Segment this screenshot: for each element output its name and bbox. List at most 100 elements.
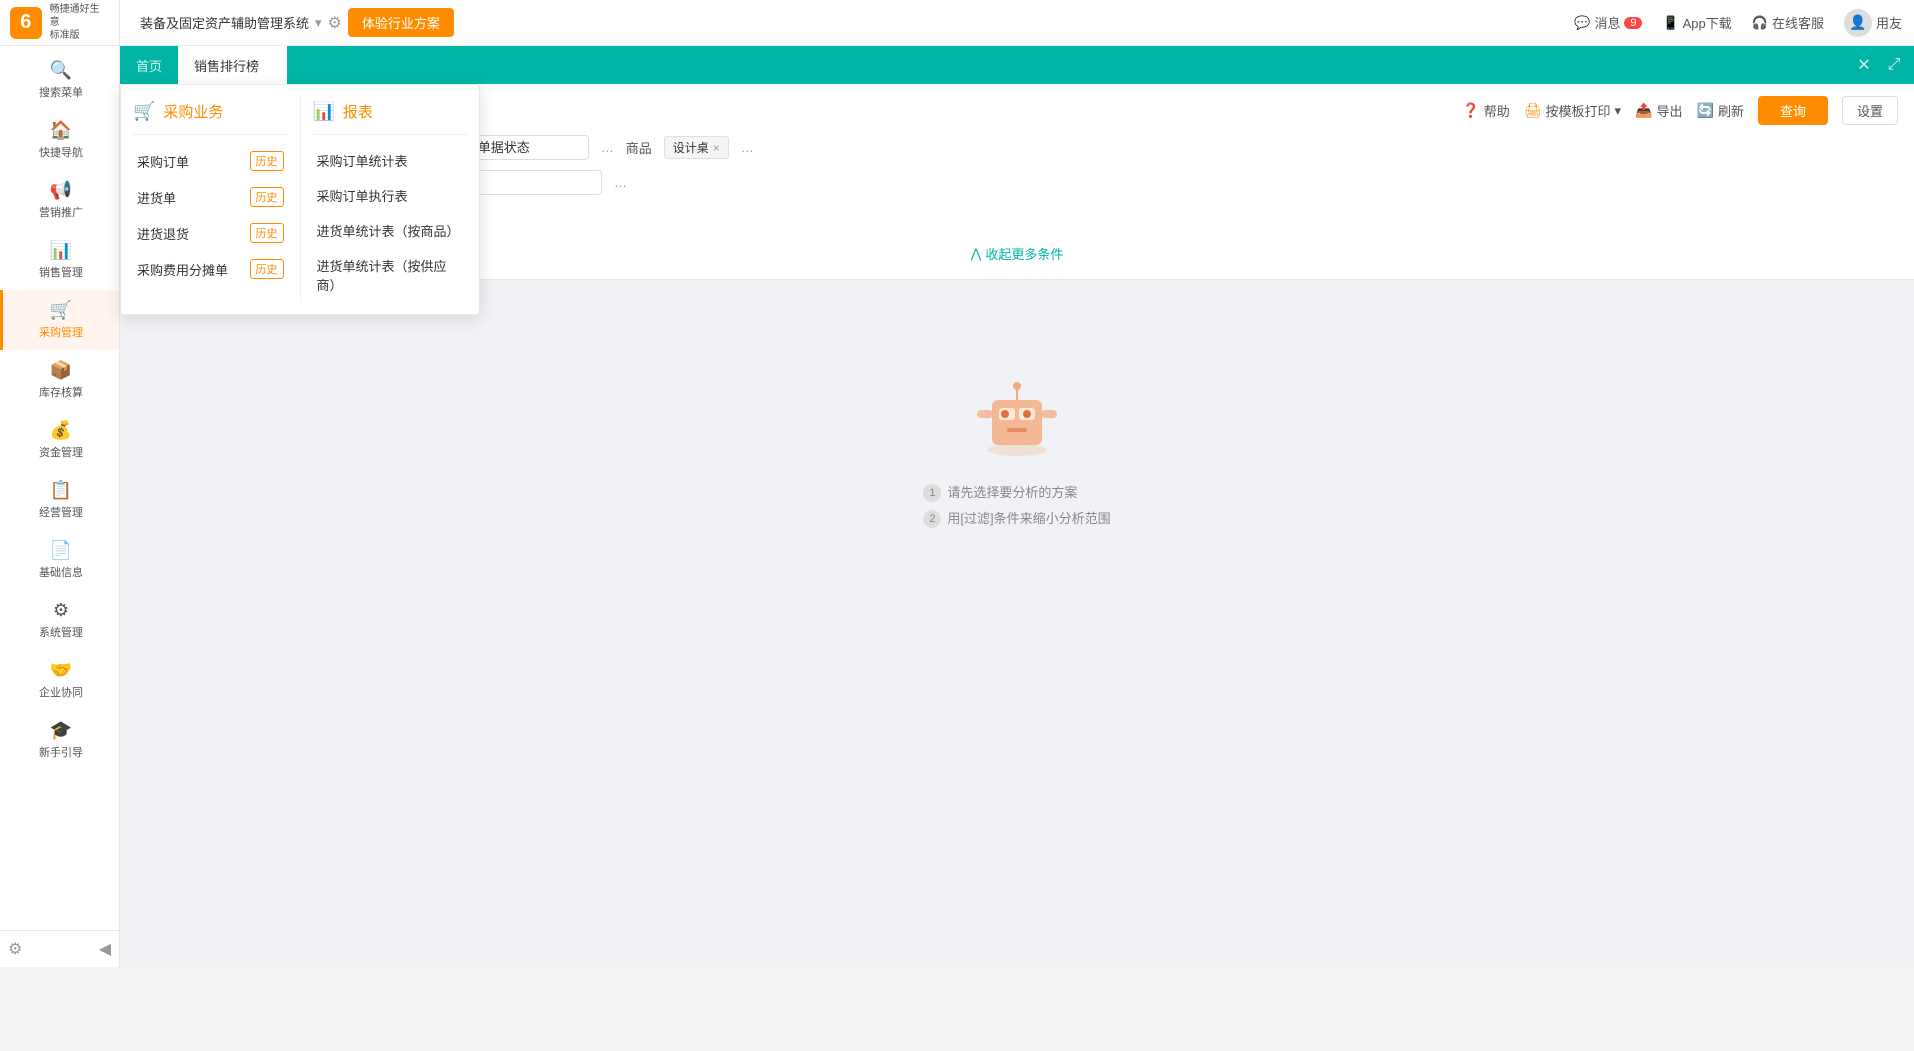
app-logo-text: 畅捷通好生意 标准版 [50, 3, 109, 42]
sidebar-item-purchase[interactable]: 🛒 采购管理 [0, 290, 119, 350]
doc-status-more[interactable]: … [601, 140, 614, 155]
topbar: 装备及固定资产辅助管理系统 ▾ ⚙ 体验行业方案 💬 消息 9 📱 App下载 … [120, 0, 1914, 46]
sidebar-logo: 6 畅捷通好生意 标准版 [0, 0, 119, 46]
sidebar-item-label: 资金管理 [39, 444, 83, 460]
dropdown-item-purchase-order-stat[interactable]: 采购订单统计表 [313, 143, 468, 178]
dropdown-item-inbound-stat-product[interactable]: 进货单统计表（按商品） [313, 213, 468, 248]
sidebar-bottom: ⚙ ◀ [0, 930, 119, 967]
sidebar-item-finance[interactable]: 💰 资金管理 [0, 410, 119, 470]
system-setting-icon[interactable]: ⚙ [328, 13, 342, 33]
query-button[interactable]: 查询 [1758, 96, 1828, 125]
sidebar-item-label: 经营管理 [39, 504, 83, 520]
tab-maximize-btn[interactable]: ⤢ [1880, 51, 1908, 79]
sidebar-item-operations[interactable]: 📋 经营管理 [0, 470, 119, 530]
empty-tip-1: 1 请先选择要分析的方案 [923, 480, 1110, 506]
sidebar-item-label: 企业协同 [39, 684, 83, 700]
nav-tabs: 首页 销售排行榜 × ✕ ⤢ [120, 46, 1914, 84]
dropdown-item-purchase-order-exec[interactable]: 采购订单执行表 [313, 178, 468, 213]
inbound-stat-supplier-label: 进货单统计表（按供应商） [317, 256, 464, 294]
sidebar-item-inventory[interactable]: 📦 库存核算 [0, 350, 119, 410]
purchase-expense-badge: 历史 [250, 259, 284, 279]
sidebar-collapse-icon[interactable]: ◀ [99, 939, 111, 959]
print-action[interactable]: 🖨 按模板打印 ▾ [1524, 101, 1621, 120]
phone-icon: 📱 [1662, 15, 1678, 31]
sidebar-item-label: 新手引导 [39, 744, 83, 760]
sidebar-item-label: 系统管理 [39, 624, 83, 640]
doc-status-select[interactable]: 单据状态 [469, 135, 589, 160]
sidebar-item-label: 销售管理 [39, 264, 83, 280]
sidebar-item-system[interactable]: ⚙ 系统管理 [0, 590, 119, 650]
sidebar-item-guide[interactable]: 🎓 新手引导 [0, 710, 119, 770]
report-col-icon: 📊 [313, 101, 335, 122]
product-tag-value: 设计桌 [673, 139, 709, 156]
message-badge: 9 [1624, 17, 1642, 29]
industry-btn[interactable]: 体验行业方案 [348, 8, 454, 37]
inventory-icon: 📦 [50, 360, 72, 381]
guide-icon: 🎓 [50, 720, 72, 741]
user-action[interactable]: 👤 用友 [1844, 9, 1902, 37]
search-icon: 🔍 [50, 60, 72, 81]
empty-state: 1 请先选择要分析的方案 2 用[过滤]条件来缩小分析范围 [120, 280, 1914, 612]
app-logo-icon: 6 [10, 7, 42, 39]
sidebar-item-search[interactable]: 🔍 搜索菜单 [0, 50, 119, 110]
purchase-order-badge: 历史 [250, 151, 284, 171]
export-action[interactable]: 📤 导出 [1635, 101, 1682, 120]
export-label: 导出 [1657, 101, 1683, 120]
sidebar-item-label: 营销推广 [39, 204, 83, 220]
system-icon: ⚙ [53, 600, 69, 621]
product-tag-remove[interactable]: × [713, 141, 720, 155]
message-icon: 💬 [1574, 15, 1590, 31]
sidebar-item-quick-nav[interactable]: 🏠 快捷导航 [0, 110, 119, 170]
message-action[interactable]: 💬 消息 9 [1574, 13, 1642, 32]
empty-tip-2: 2 用[过滤]条件来缩小分析范围 [923, 506, 1110, 532]
report-col-header: 📊 报表 [313, 97, 468, 135]
print-dropdown-icon[interactable]: ▾ [1615, 103, 1622, 119]
sidebar-settings-icon[interactable]: ⚙ [8, 939, 22, 959]
refresh-action[interactable]: 🔄 刷新 [1697, 101, 1744, 120]
app-download-action[interactable]: 📱 App下载 [1662, 13, 1731, 32]
setting-button[interactable]: 设置 [1842, 96, 1898, 125]
sidebar-item-marketing[interactable]: 📢 营销推广 [0, 170, 119, 230]
sidebar-item-label: 搜索菜单 [39, 84, 83, 100]
sidebar-item-enterprise[interactable]: 🤝 企业协同 [0, 650, 119, 710]
sidebar-item-sales[interactable]: 📊 销售管理 [0, 230, 119, 290]
online-service-action[interactable]: 🎧 在线客服 [1752, 13, 1824, 32]
message-label: 消息 [1594, 13, 1620, 32]
report-col-title: 报表 [343, 101, 373, 122]
inbound-badge: 历史 [250, 187, 284, 207]
sidebar: 6 畅捷通好生意 标准版 🔍 搜索菜单 🏠 快捷导航 📢 营销推广 📊 销售管理… [0, 0, 120, 967]
help-action[interactable]: ❓ 帮助 [1462, 101, 1509, 120]
sidebar-item-basic-info[interactable]: 📄 基础信息 [0, 530, 119, 590]
tab-close-all-btn[interactable]: ✕ [1850, 51, 1878, 79]
tip1-text: 请先选择要分析的方案 [947, 480, 1077, 506]
dropdown-item-purchase-expense[interactable]: 采购费用分摊单 历史 [133, 251, 288, 287]
sales-icon: 📊 [50, 240, 72, 261]
tab-sales-ranking[interactable]: 销售排行榜 × [178, 46, 287, 84]
dropdown-item-inbound-stat-supplier[interactable]: 进货单统计表（按供应商） [313, 248, 468, 302]
refresh-label: 刷新 [1718, 101, 1744, 120]
user-label: 用友 [1876, 13, 1902, 32]
enterprise-icon: 🤝 [50, 660, 72, 681]
dropdown-item-purchase-order[interactable]: 采购订单 历史 [133, 143, 288, 179]
home-icon: 🏠 [50, 120, 72, 141]
sidebar-nav: 🔍 搜索菜单 🏠 快捷导航 📢 营销推广 📊 销售管理 🛒 采购管理 📦 库存核… [0, 46, 119, 930]
topbar-right: 💬 消息 9 📱 App下载 🎧 在线客服 👤 用友 [1574, 9, 1902, 37]
dropdown-item-inbound-return[interactable]: 进货退货 历史 [133, 215, 288, 251]
salesperson-more[interactable]: … [614, 175, 627, 190]
app-download-label: App下载 [1683, 13, 1732, 32]
nav-tabs-actions: ✕ ⤢ [1850, 51, 1914, 79]
sidebar-item-label: 快捷导航 [39, 144, 83, 160]
tab-home[interactable]: 首页 [120, 46, 178, 84]
inbound-label: 进货单 [137, 188, 176, 207]
empty-tips: 1 请先选择要分析的方案 2 用[过滤]条件来缩小分析范围 [923, 480, 1110, 532]
dropdown-item-inbound[interactable]: 进货单 历史 [133, 179, 288, 215]
print-label: 按模板打印 [1546, 101, 1611, 120]
product-more[interactable]: … [741, 140, 754, 155]
product-label: 商品 [626, 138, 652, 157]
inbound-stat-product-label: 进货单统计表（按商品） [317, 221, 460, 240]
purchase-col-icon: 🛒 [133, 101, 155, 122]
dropdown-columns: 🛒 采购业务 采购订单 历史 进货单 历史 进货退货 历史 采购费用分摊单 历史 [121, 97, 479, 302]
system-dropdown-icon[interactable]: ▾ [315, 15, 322, 31]
tab-close-icon[interactable]: × [275, 58, 283, 73]
user-avatar: 👤 [1844, 9, 1872, 37]
